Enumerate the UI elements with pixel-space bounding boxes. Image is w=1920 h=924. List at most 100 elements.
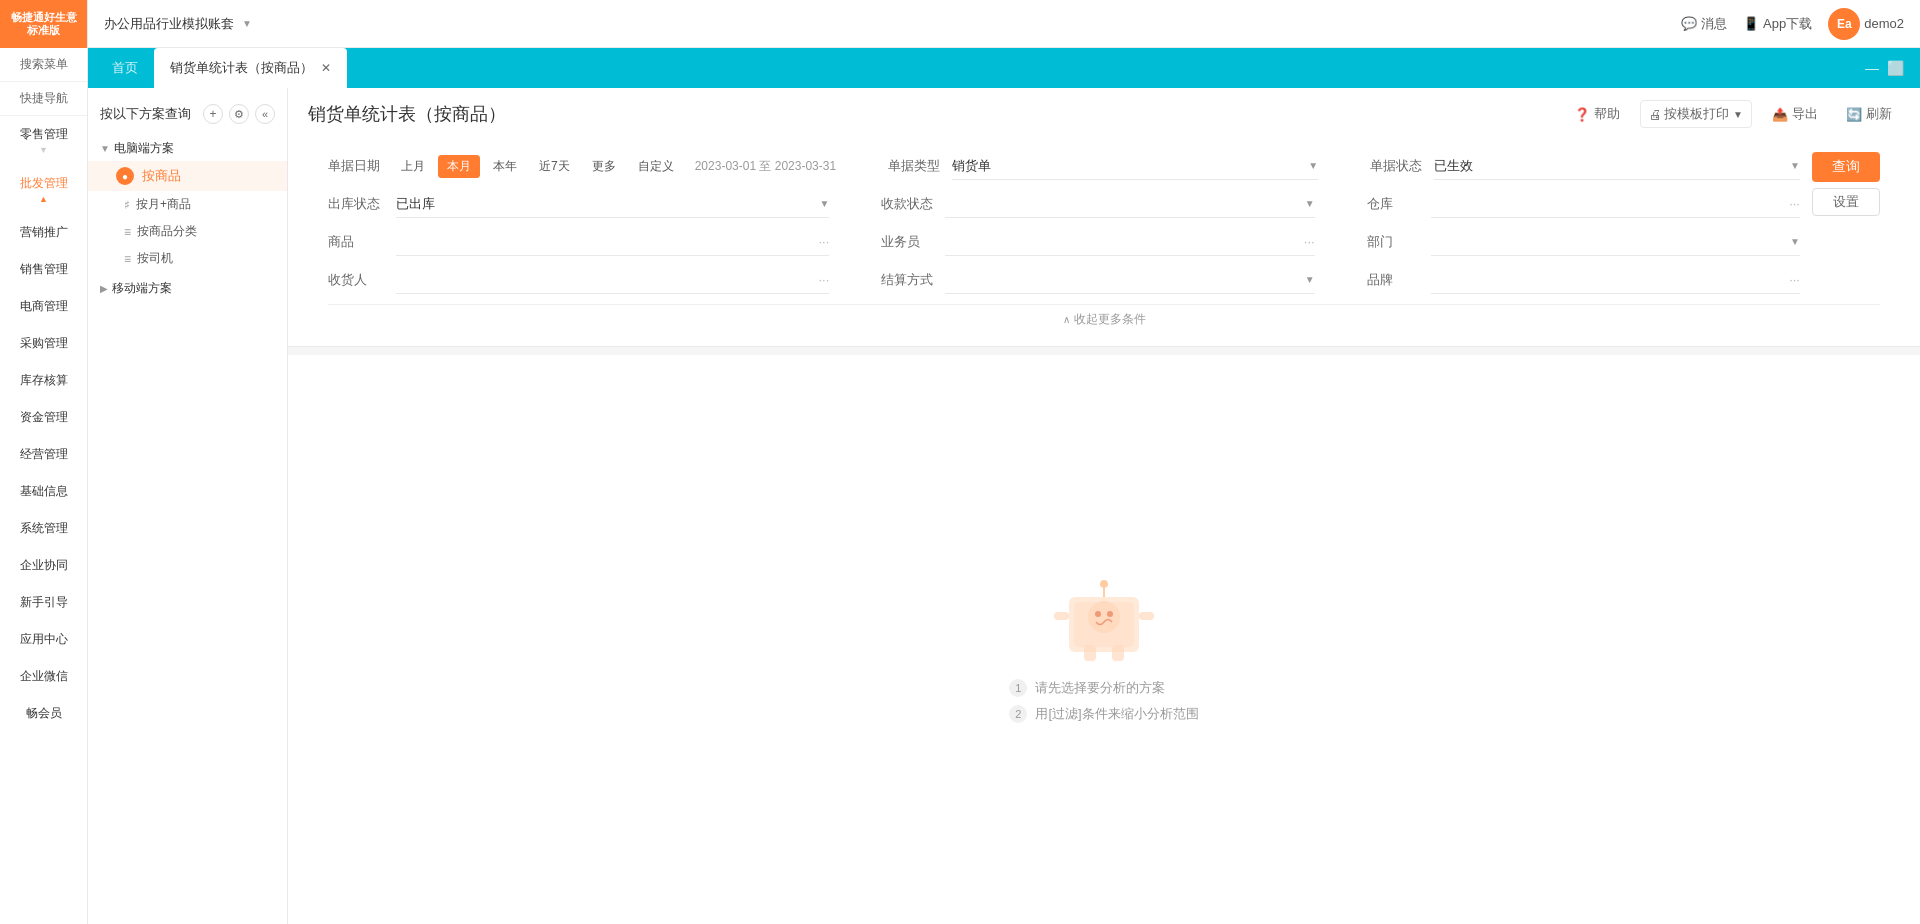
dept-input[interactable]: ▼ — [1431, 228, 1800, 256]
purchase-label: 采购管理 — [20, 335, 68, 352]
sidebar-item-basic[interactable]: 基础信息 — [0, 473, 87, 510]
sidebar-item-purchase[interactable]: 采购管理 — [0, 325, 87, 362]
collapse-panel-button[interactable]: « — [255, 104, 275, 124]
doc-status-value: 已生效 — [1434, 157, 1473, 175]
out-status-label: 出库状态 — [328, 195, 384, 213]
breadcrumb-dropdown-icon[interactable]: ▼ — [242, 18, 252, 29]
member-label: 畅会员 — [26, 705, 62, 722]
system-label: 系统管理 — [20, 520, 68, 537]
tab-home[interactable]: 首页 — [96, 48, 154, 88]
user-menu[interactable]: Ea demo2 — [1828, 8, 1904, 40]
refresh-label: 刷新 — [1866, 105, 1892, 123]
by-month-product-icon: ♯ — [124, 198, 130, 212]
date-btn-this-month[interactable]: 本月 — [438, 155, 480, 178]
sidebar-item-sales[interactable]: 销售管理 — [0, 251, 87, 288]
tab-bar: 首页 销货单统计表（按商品） ✕ — ⬜ — [88, 48, 1920, 88]
sidebar-search-menu[interactable]: 搜索菜单 — [0, 48, 87, 82]
warehouse-dots-icon[interactable]: ··· — [1789, 196, 1800, 211]
sidebar-item-ecommerce[interactable]: 电商管理 — [0, 288, 87, 325]
brand-input[interactable]: ··· — [1431, 266, 1800, 294]
doc-status-filter: 单据状态 已生效 ▼ — [1370, 152, 1800, 180]
empty-tip-2: 2 用[过滤]条件来缩小分析范围 — [1009, 705, 1198, 723]
empty-text: 1 请先选择要分析的方案 2 用[过滤]条件来缩小分析范围 — [1009, 679, 1198, 723]
left-panel-title: 按以下方案查询 — [100, 105, 191, 123]
help-button[interactable]: ❓ 帮助 — [1566, 101, 1628, 127]
tab-maximize-icon[interactable]: ⬜ — [1887, 60, 1904, 76]
sidebar-item-inventory[interactable]: 库存核算 — [0, 362, 87, 399]
sidebar-item-apps[interactable]: 应用中心 — [0, 621, 87, 658]
payment-status-input[interactable]: ▼ — [945, 190, 1314, 218]
scheme-item-by-category[interactable]: ≡ 按商品分类 — [88, 218, 287, 245]
tab-close-icon[interactable]: ✕ — [321, 61, 331, 75]
sidebar-item-guide[interactable]: 新手引导 — [0, 584, 87, 621]
operations-label: 经营管理 — [20, 446, 68, 463]
settings-scheme-button[interactable]: ⚙ — [229, 104, 249, 124]
date-btn-this-year[interactable]: 本年 — [484, 155, 526, 178]
sidebar-quick-nav[interactable]: 快捷导航 — [0, 82, 87, 116]
page-title: 销货单统计表（按商品） — [308, 102, 506, 126]
brand-filter: 品牌 ··· — [1367, 266, 1800, 294]
date-btn-last-month[interactable]: 上月 — [392, 155, 434, 178]
date-btn-more[interactable]: 更多 — [583, 155, 625, 178]
sidebar-item-retail[interactable]: 零售管理 ▼ — [0, 116, 87, 165]
finance-label: 资金管理 — [20, 409, 68, 426]
scheme-item-by-month-product[interactable]: ♯ 按月+商品 — [88, 191, 287, 218]
logo-area: 畅捷通好生意 标准版 — [0, 0, 87, 48]
sidebar-item-marketing[interactable]: 营销推广 — [0, 214, 87, 251]
app-download-button[interactable]: 📱 App下载 — [1743, 15, 1812, 33]
tab-minimize-icon[interactable]: — — [1865, 60, 1879, 76]
message-button[interactable]: 💬 消息 — [1681, 15, 1727, 33]
sidebar-item-finance[interactable]: 资金管理 — [0, 399, 87, 436]
product-input[interactable]: ··· — [396, 228, 829, 256]
out-status-row: 出库状态 已出库 ▼ 收款状态 ▼ — [328, 190, 1800, 218]
salesperson-dots-icon[interactable]: ··· — [1304, 234, 1315, 249]
dept-filter: 部门 ▼ — [1367, 228, 1800, 256]
message-icon: 💬 — [1681, 16, 1697, 31]
settlement-arrow-icon: ▼ — [1305, 274, 1315, 285]
add-scheme-button[interactable]: + — [203, 104, 223, 124]
svg-rect-10 — [1112, 645, 1124, 661]
collapse-row[interactable]: ∧ 收起更多条件 — [328, 304, 1880, 334]
sidebar-item-wechat[interactable]: 企业微信 — [0, 658, 87, 695]
receiver-dots-icon[interactable]: ··· — [818, 272, 829, 287]
warehouse-filter: 仓库 ··· — [1367, 190, 1800, 218]
tip-2-text: 用[过滤]条件来缩小分析范围 — [1035, 705, 1198, 723]
wholesale-arrow: ▲ — [39, 194, 48, 204]
date-btn-7days[interactable]: 近7天 — [530, 155, 579, 178]
sidebar-item-system[interactable]: 系统管理 — [0, 510, 87, 547]
receiver-input[interactable]: ··· — [396, 266, 829, 294]
page-header: 销货单统计表（按商品） ❓ 帮助 🖨 按模板打印 ▼ 📤 — [288, 88, 1920, 347]
retail-label: 零售管理 — [20, 126, 68, 143]
refresh-button[interactable]: 🔄 刷新 — [1838, 101, 1900, 127]
salesperson-input[interactable]: ··· — [945, 228, 1314, 256]
doc-type-input[interactable]: 销货单 ▼ — [952, 152, 1318, 180]
salesperson-filter: 业务员 ··· — [881, 228, 1314, 256]
export-button[interactable]: 📤 导出 — [1764, 101, 1826, 127]
pc-group-header[interactable]: ▼ 电脑端方案 — [88, 136, 287, 161]
sidebar-item-member[interactable]: 畅会员 — [0, 695, 87, 732]
scheme-item-by-driver[interactable]: ≡ 按司机 — [88, 245, 287, 272]
brand-dots-icon[interactable]: ··· — [1789, 272, 1800, 287]
top-header: 办公用品行业模拟账套 ▼ 💬 消息 📱 App下载 Ea demo2 — [88, 0, 1920, 48]
product-dots-icon[interactable]: ··· — [818, 234, 829, 249]
filter-area: 单据日期 上月 本月 本年 近7天 更多 自定义 2023-03-01 至 20… — [308, 140, 1900, 346]
date-range-display: 2023-03-01 至 2023-03-31 — [695, 158, 836, 175]
print-button[interactable]: 🖨 按模板打印 ▼ — [1640, 100, 1752, 128]
doc-status-input[interactable]: 已生效 ▼ — [1434, 152, 1800, 180]
export-label: 导出 — [1792, 105, 1818, 123]
scheme-item-by-product[interactable]: ● 按商品 — [88, 161, 287, 191]
sidebar-item-enterprise[interactable]: 企业协同 — [0, 547, 87, 584]
right-panel: 销货单统计表（按商品） ❓ 帮助 🖨 按模板打印 ▼ 📤 — [288, 88, 1920, 924]
sidebar-item-wholesale[interactable]: 批发管理 ▲ — [0, 165, 87, 214]
tab-stats[interactable]: 销货单统计表（按商品） ✕ — [154, 48, 347, 88]
left-panel-actions: + ⚙ « — [203, 104, 275, 124]
out-status-input[interactable]: 已出库 ▼ — [396, 190, 829, 218]
query-button[interactable]: 查询 — [1812, 152, 1880, 182]
date-btn-custom[interactable]: 自定义 — [629, 155, 683, 178]
pc-group-label: 电脑端方案 — [114, 140, 174, 157]
warehouse-input[interactable]: ··· — [1431, 190, 1800, 218]
settlement-input[interactable]: ▼ — [945, 266, 1314, 294]
mobile-group-header[interactable]: ▶ 移动端方案 — [88, 276, 287, 301]
settings-button[interactable]: 设置 — [1812, 188, 1880, 216]
sidebar-item-operations[interactable]: 经营管理 — [0, 436, 87, 473]
